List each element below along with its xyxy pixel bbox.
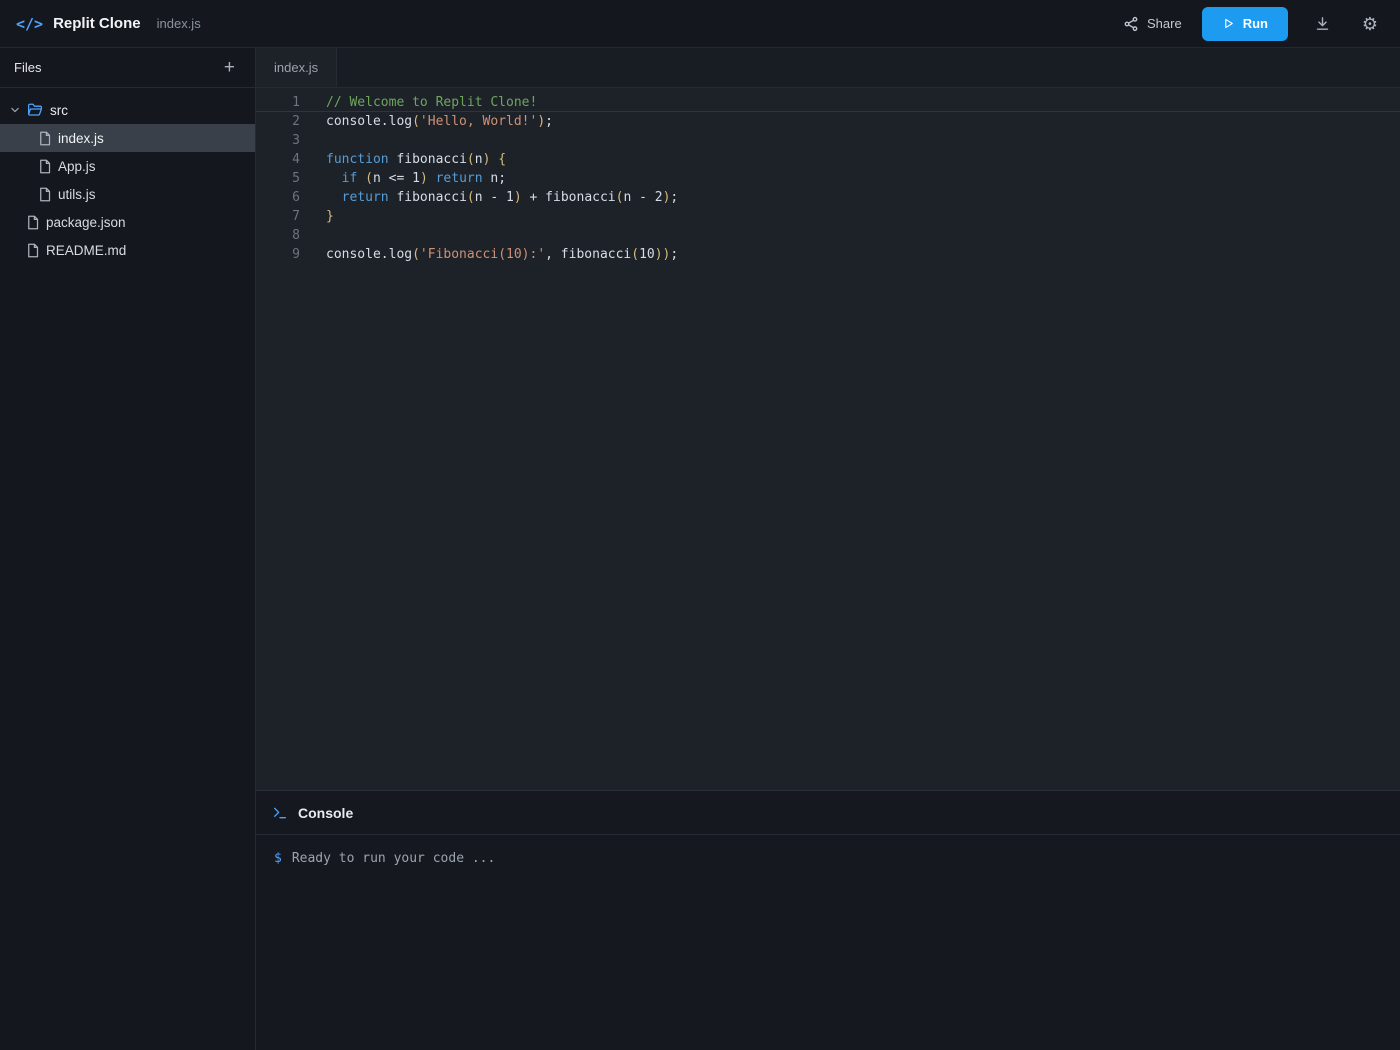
tab-index-js[interactable]: index.js: [256, 48, 338, 87]
chevron-down-icon: [10, 105, 20, 115]
console-prompt: $: [274, 851, 282, 866]
editor-column: index.js 1 // Welcome to Replit Clone! 2 co…: [256, 48, 1400, 1050]
line-number: 9: [292, 247, 300, 262]
code-line[interactable]: 5 if (n <= 1) return n;: [256, 169, 1400, 188]
code-line[interactable]: 1 // Welcome to Replit Clone!: [256, 93, 1400, 112]
file-item-app-js[interactable]: App.js: [0, 152, 255, 180]
app-title: Replit Clone: [53, 15, 141, 32]
tree-item-label: README.md: [46, 242, 127, 258]
line-number: 5: [292, 171, 300, 186]
file-tree: src index.js App.js utils.js package.json REA…: [0, 88, 255, 264]
code-text: function fibonacci(n) {: [326, 152, 507, 167]
console-header: Console: [256, 791, 1400, 835]
tree-item-label: package.json: [46, 214, 126, 230]
gear-icon: ⚙: [1361, 13, 1379, 34]
add-file-button[interactable]: +: [218, 56, 241, 79]
code-text: if (n <= 1) return n;: [341, 171, 507, 186]
code-text: console.log('Fibonacci(10):', fibonacci(…: [326, 247, 679, 262]
app-window: </> Replit Clone index.js Share Run ⚙ Fi…: [0, 0, 1400, 1050]
share-label: Share: [1147, 16, 1182, 31]
tab-bar: index.js: [256, 48, 1400, 88]
code-line[interactable]: 3: [256, 131, 1400, 150]
file-item-package-json[interactable]: package.json: [0, 208, 255, 236]
file-icon: [26, 243, 39, 258]
code-line[interactable]: 6 return fibonacci(n - 1) + fibonacci(n …: [256, 188, 1400, 207]
run-button[interactable]: Run: [1201, 6, 1288, 41]
app-logo-icon: </>: [16, 14, 44, 33]
terminal-icon: [272, 805, 288, 821]
folder-item-src[interactable]: src: [0, 96, 255, 124]
share-icon: [1123, 16, 1139, 32]
files-header-row: Files +: [0, 48, 255, 88]
files-header: Files: [14, 60, 42, 75]
code-line[interactable]: 7}: [256, 207, 1400, 226]
code-text: // Welcome to Replit Clone!: [326, 95, 538, 110]
tree-item-label: index.js: [58, 130, 104, 146]
download-icon: [1314, 15, 1331, 32]
line-number: 6: [292, 190, 300, 205]
console-message: Ready to run your code ...: [291, 851, 496, 866]
folder-open-icon: [27, 103, 43, 117]
run-label: Run: [1242, 16, 1268, 31]
code-editor[interactable]: 1 // Welcome to Replit Clone! 2 console.log…: [256, 88, 1400, 790]
console-output[interactable]: $ Ready to run your code ...: [256, 835, 1400, 882]
file-item-readme-md[interactable]: README.md: [0, 236, 255, 264]
topbar-active-file: index.js: [156, 16, 201, 31]
code-line[interactable]: 4 function fibonacci(n) {: [256, 150, 1400, 169]
tree-item-label: src: [50, 102, 68, 118]
code-text: console.log('Hello, World!');: [326, 114, 553, 129]
download-button[interactable]: [1308, 10, 1336, 38]
file-item-index-js[interactable]: index.js: [0, 124, 255, 152]
play-icon: [1222, 17, 1235, 30]
code-line[interactable]: 2 console.log('Hello, World!');: [256, 112, 1400, 131]
tab-label: index.js: [274, 60, 319, 75]
line-number: 3: [292, 133, 300, 148]
file-icon: [38, 187, 51, 202]
main-layout: Files + src index.js App.js utils.js package…: [0, 48, 1400, 1050]
line-number: 2: [292, 114, 300, 129]
console-title: Console: [298, 804, 354, 821]
code-line[interactable]: 9 console.log('Fibonacci(10):', fibonacci…: [256, 245, 1400, 264]
topbar-actions: Share Run ⚙: [1123, 6, 1384, 41]
console-panel: Console $ Ready to run your code ...: [256, 790, 1400, 1050]
file-icon: [26, 215, 39, 230]
file-item-utils-js[interactable]: utils.js: [0, 180, 255, 208]
file-explorer: Files + src index.js App.js utils.js package…: [0, 48, 256, 1050]
code-text: }: [326, 209, 334, 224]
line-number: 1: [292, 95, 300, 110]
file-icon: [38, 131, 51, 146]
topbar: </> Replit Clone index.js Share Run ⚙: [0, 0, 1400, 48]
file-icon: [38, 159, 51, 174]
line-number: 4: [292, 152, 300, 167]
tree-item-label: App.js: [58, 158, 96, 174]
share-button[interactable]: Share: [1123, 16, 1182, 32]
line-number: 8: [292, 228, 300, 243]
settings-button[interactable]: ⚙: [1356, 10, 1384, 38]
code-line[interactable]: 8: [256, 226, 1400, 245]
code-text: return fibonacci(n - 1) + fibonacci(n - …: [341, 190, 679, 205]
tree-item-label: utils.js: [58, 186, 96, 202]
line-number: 7: [292, 209, 300, 224]
